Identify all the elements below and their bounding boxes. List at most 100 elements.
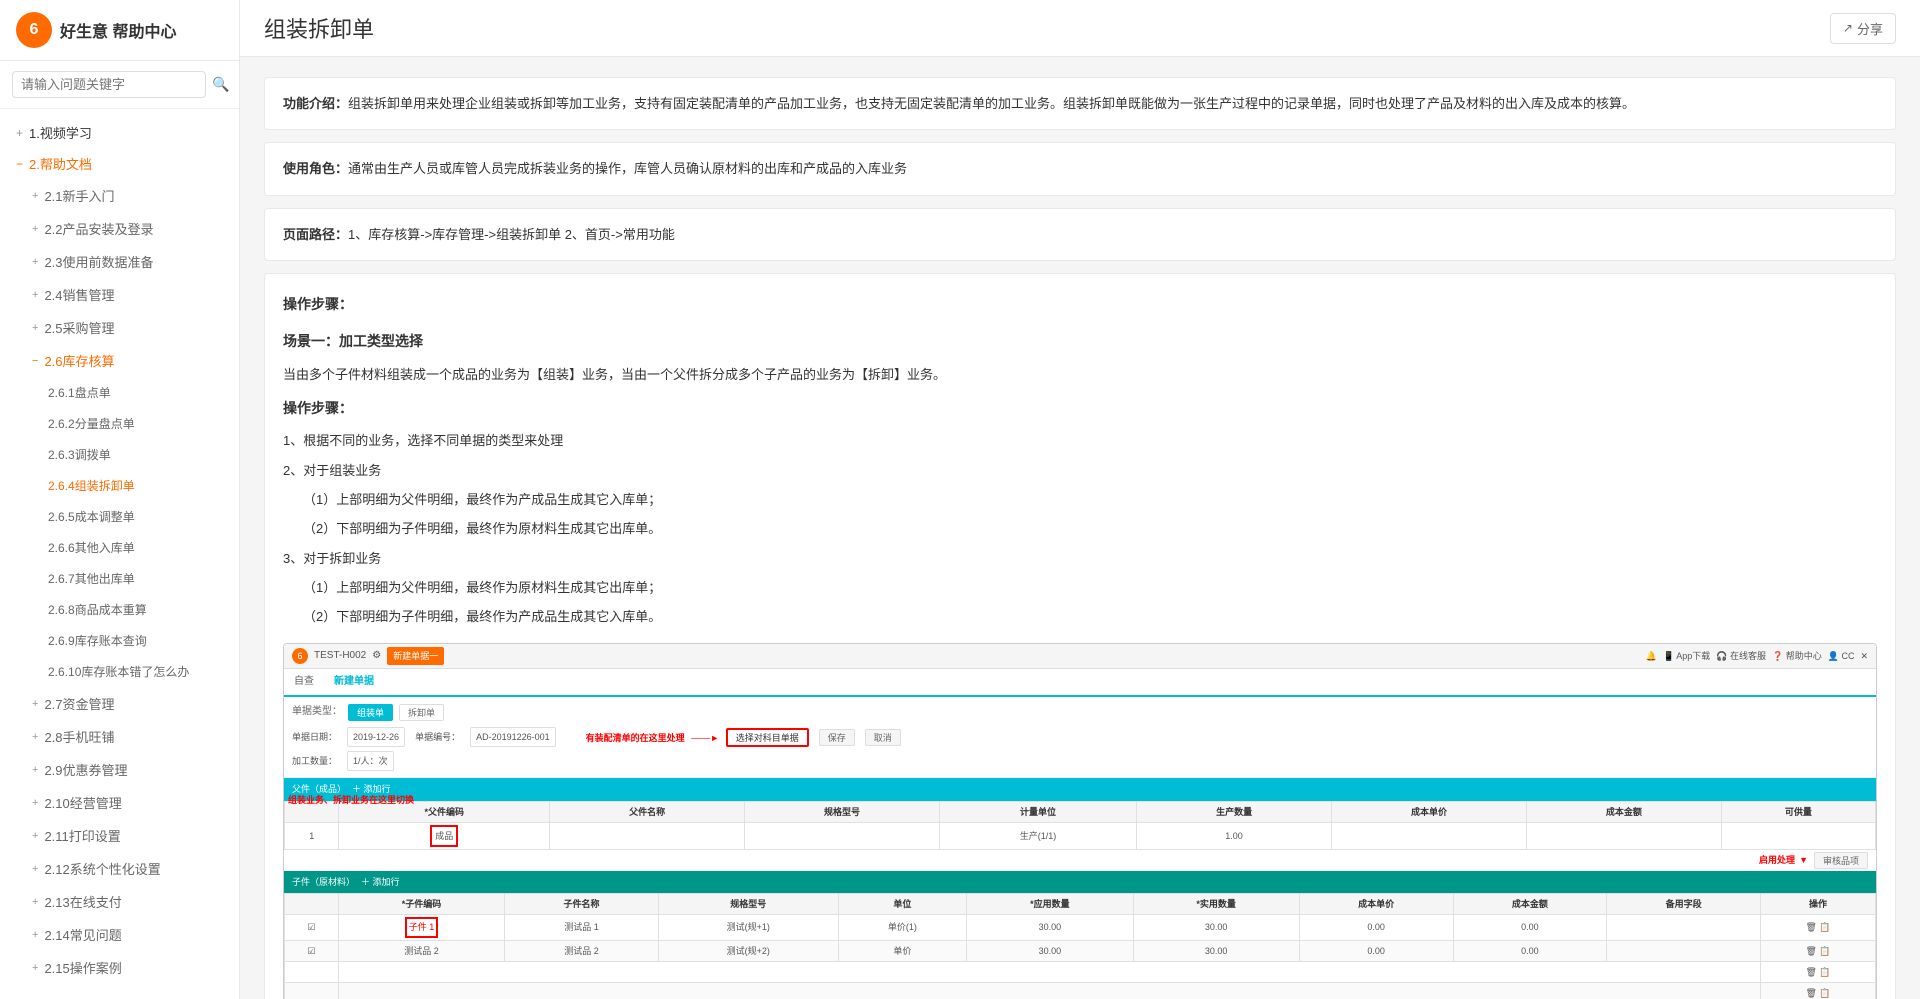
lrow-spec-2: 测试(规+2) <box>658 940 838 961</box>
annotation-area1: 有装配清单的在这里处理 ───► 选择对科目单据 <box>586 728 809 747</box>
step3-1: （1）上部明细为父件明细，最终作为原材料生成其它出库单； <box>283 576 1877 599</box>
step1: 1、根据不同的业务，选择不同单据的类型来处理 <box>283 429 1877 452</box>
sidebar-item-inv-error[interactable]: 2.6.10库存账本错了怎么办 <box>0 656 239 687</box>
lrow-ops-4: 🗑 📋 <box>1761 982 1876 999</box>
search-icon[interactable]: 🔍 <box>212 76 229 93</box>
sidebar-item-settings[interactable]: + 2.12系统个性化设置 <box>0 852 239 885</box>
inner-btn-bom[interactable]: 选择对科目单据 <box>726 728 809 747</box>
search-input[interactable] <box>12 71 206 98</box>
lrow-code-val-1: 子件 1 <box>405 917 439 937</box>
lower-section-header: 子件（原材料） ＋ 添加行 <box>284 871 1876 893</box>
inner-tab-home[interactable]: 自查 <box>284 669 324 697</box>
lcol-ops: 操作 <box>1761 894 1876 915</box>
upper-table: *父件编码 父件名称 规格型号 计量单位 生产数量 成本单价 成本金额 可供量 <box>284 801 1876 850</box>
sidebar-item-video[interactable]: + 1.视频学习 <box>0 117 239 148</box>
inner-btn-disassembly[interactable]: 拆卸单 <box>399 704 444 721</box>
search-box[interactable]: 🔍 <box>0 61 239 109</box>
sidebar-item-label: 2.5采购管理 <box>44 318 114 337</box>
share-icon: ↗ <box>1843 21 1853 35</box>
col-avail: 可供量 <box>1721 801 1875 822</box>
sidebar-item-partition[interactable]: 2.6.2分量盘点单 <box>0 408 239 439</box>
inner-icon-bell: 🔔 <box>1646 648 1657 664</box>
inner-tab-new[interactable]: 新建单据 <box>324 669 384 697</box>
sidebar-item-other-out[interactable]: 2.6.7其他出库单 <box>0 563 239 594</box>
app-logo: 6 <box>16 12 52 48</box>
lcol-unit: 单位 <box>838 894 967 915</box>
sidebar-item-finance[interactable]: + 2.7资金管理 <box>0 687 239 720</box>
func-intro-block: 功能介绍：组装拆卸单用来处理企业组装或拆卸等加工业务，支持有固定装配清单的产品加… <box>264 77 1896 130</box>
lrow-camount-1: 0.00 <box>1453 915 1607 940</box>
sidebar-item-label: 2.6.8商品成本重算 <box>48 601 147 618</box>
sidebar-item-payment[interactable]: + 2.13在线支付 <box>0 885 239 918</box>
inner-close[interactable]: ✕ <box>1860 648 1868 664</box>
lrow-cprice-2: 0.00 <box>1299 940 1453 961</box>
sidebar: 6 好生意 帮助中心 🔍 + 1.视频学习 − 2.帮助文档 + 2.1新手入门… <box>0 0 240 999</box>
plus-icon-s: + <box>32 223 38 235</box>
sidebar-item-inventory[interactable]: − 2.6库存核算 <box>0 344 239 377</box>
plus-icon-s: + <box>32 962 38 974</box>
sidebar-item-cost-adj[interactable]: 2.6.5成本调整单 <box>0 501 239 532</box>
annotation-text1: 有装配清单的在这里处理 <box>586 733 685 743</box>
inner-btn-cancel2[interactable]: 取消 <box>865 729 901 746</box>
sidebar-item-other-in[interactable]: 2.6.6其他入库单 <box>0 532 239 563</box>
lrow-code-1: 子件 1 <box>338 915 504 940</box>
func-intro-label: 功能介绍： <box>283 96 348 111</box>
lcol-check <box>285 894 339 915</box>
inner-field-count[interactable]: 1/人：次 <box>347 751 394 771</box>
annotation-arrow4: ▼ <box>1799 852 1808 868</box>
lrow-empty-4 <box>338 982 1760 999</box>
sidebar-item-biz[interactable]: + 2.10经营管理 <box>0 786 239 819</box>
inner-field-date-label: 单据日期： <box>292 729 337 745</box>
sidebar-item-label: 2.9优惠券管理 <box>44 760 127 779</box>
sidebar-item-purchase[interactable]: + 2.5采购管理 <box>0 311 239 344</box>
lrow-actualqty-1: 30.00 <box>1133 915 1299 940</box>
sidebar-item-help[interactable]: − 2.帮助文档 <box>0 148 239 179</box>
sidebar-item-cases[interactable]: + 2.15操作案例 <box>0 951 239 984</box>
inner-icon-service: 🎧 在线客服 <box>1716 648 1766 664</box>
sidebar-item-newbie[interactable]: + 2.1新手入门 <box>0 179 239 212</box>
inner-new-btn[interactable]: 新建单据一 <box>387 647 444 665</box>
scene1-heading: 场景一：加工类型选择 <box>283 329 1877 354</box>
row-camount-1 <box>1526 822 1721 849</box>
lrow-name-2: 测试品 2 <box>505 940 659 961</box>
sidebar-item-data[interactable]: + 2.3使用前数据准备 <box>0 245 239 278</box>
sidebar-item-inv-query[interactable]: 2.6.9库存账本查询 <box>0 625 239 656</box>
inner-type-row: 单据类型： 组装单 拆卸单 <box>292 703 1868 721</box>
annotation-area4: 启用处理 ▼ 审核品项 <box>284 850 1876 871</box>
sidebar-item-label: 1.视频学习 <box>29 123 92 142</box>
col-spec: 规格型号 <box>745 801 940 822</box>
lrow-camount-2: 0.00 <box>1453 940 1607 961</box>
plus-icon-s: + <box>32 698 38 710</box>
func-intro-text: 组装拆卸单用来处理企业组装或拆卸等加工业务，支持有固定装配清单的产品加工业务，也… <box>348 96 1635 111</box>
col-total-cost: 成本金额 <box>1526 801 1721 822</box>
sidebar-item-cost-recalc[interactable]: 2.6.8商品成本重算 <box>0 594 239 625</box>
share-button[interactable]: ↗ 分享 <box>1830 13 1896 44</box>
inner-nav-icon: ⚙ <box>372 647 381 665</box>
inner-field-date[interactable]: 2019-12-26 <box>347 727 405 747</box>
sidebar-item-label: 2.7资金管理 <box>44 694 114 713</box>
sidebar-item-stocktake[interactable]: 2.6.1盘点单 <box>0 377 239 408</box>
sidebar-item-install[interactable]: + 2.2产品安装及登录 <box>0 212 239 245</box>
inner-btn-save[interactable]: 保存 <box>819 729 855 746</box>
sidebar-item-mobile[interactable]: + 2.8手机旺铺 <box>0 720 239 753</box>
inner-btn-assembly[interactable]: 组装单 <box>348 704 393 721</box>
sidebar-item-sales[interactable]: + 2.4销售管理 <box>0 278 239 311</box>
row-qty-1: 1.00 <box>1137 822 1332 849</box>
sidebar-item-label: 2.6.2分量盘点单 <box>48 415 135 432</box>
inner-fields-row: 单据日期： 2019-12-26 单据编号： AD-20191226-001 有… <box>292 727 1868 747</box>
path-text: 1、库存核算->库存管理->组装拆卸单 2、首页->常用功能 <box>348 227 675 242</box>
sidebar-item-assembly[interactable]: 2.6.4组装拆卸单 <box>0 470 239 501</box>
sidebar-item-transfer[interactable]: 2.6.3调拨单 <box>0 439 239 470</box>
plus-icon-s: + <box>32 764 38 776</box>
sidebar-item-print[interactable]: + 2.11打印设置 <box>0 819 239 852</box>
lrow-empty-3 <box>338 961 1760 982</box>
inner-btn-approve[interactable]: 审核品项 <box>1814 852 1868 869</box>
sidebar-item-coupon[interactable]: + 2.9优惠券管理 <box>0 753 239 786</box>
plus-icon: + <box>16 126 23 140</box>
sidebar-item-faq[interactable]: + 2.14常见问题 <box>0 918 239 951</box>
main-content: 组装拆卸单 ↗ 分享 功能介绍：组装拆卸单用来处理企业组装或拆卸等加工业务，支持… <box>240 0 1920 999</box>
plus-icon-s: + <box>32 896 38 908</box>
lower-section-add[interactable]: ＋ 添加行 <box>361 874 400 890</box>
inner-field-num[interactable]: AD-20191226-001 <box>470 727 556 747</box>
lower-section-title: 子件（原材料） <box>292 874 355 890</box>
